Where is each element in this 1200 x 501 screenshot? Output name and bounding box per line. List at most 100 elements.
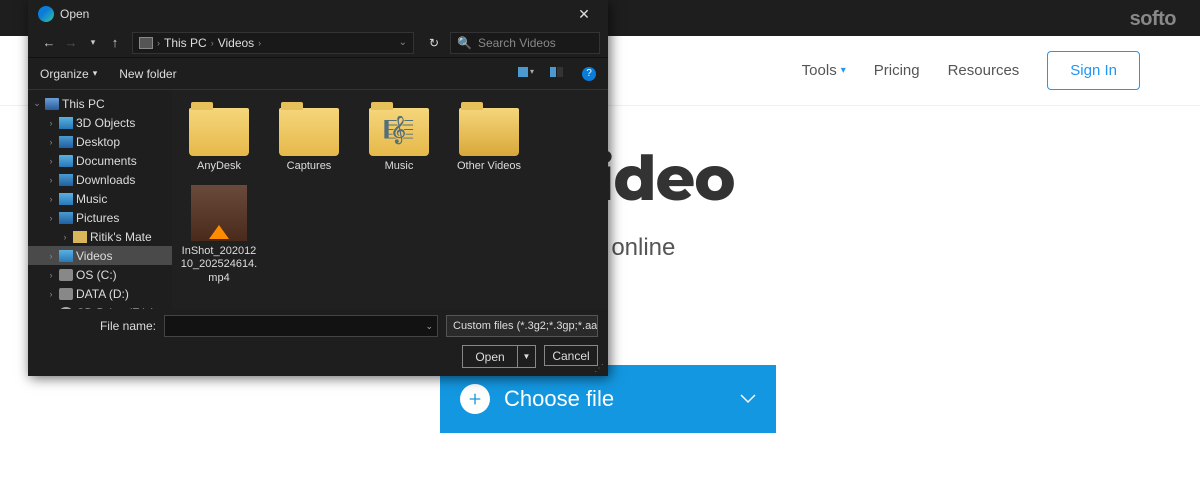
tree-item[interactable]: › Downloads <box>28 170 172 189</box>
folder-tree[interactable]: ⌄ This PC › 3D Objects › Desktop › Documents › Do… <box>28 90 172 309</box>
file-name: InShot_20201210_202524614.mp4 <box>180 245 258 285</box>
video-thumb-icon <box>191 185 247 241</box>
file-type-filter[interactable]: Custom files (*.3g2;*.3gp;*.aaf;*.⌄ <box>446 315 598 337</box>
resize-grip[interactable]: ⋰ <box>594 363 604 374</box>
tree-item-label: DATA (D:) <box>76 287 129 301</box>
open-button[interactable]: Open ▼ <box>462 345 536 368</box>
tree-item-label: Videos <box>76 249 112 263</box>
file-name: Other Videos <box>457 160 521 173</box>
file-item[interactable]: Captures <box>268 100 350 175</box>
tree-item-label: Ritik's Mate <box>90 230 152 244</box>
tree-item[interactable]: › Music <box>28 189 172 208</box>
tree-item-label: Downloads <box>76 173 135 187</box>
file-item[interactable]: AnyDesk <box>178 100 260 175</box>
back-button[interactable]: ← <box>40 35 58 50</box>
tree-item-label: Documents <box>76 154 137 168</box>
nav-resources[interactable]: Resources <box>948 62 1020 79</box>
tree-item[interactable]: › 3D Objects <box>28 113 172 132</box>
tree-item-label: 3D Objects <box>76 116 135 130</box>
chevron-down-icon: ▾ <box>93 68 98 79</box>
choose-file-dropdown[interactable] <box>720 365 776 433</box>
view-options-button[interactable]: ▾ <box>518 67 534 81</box>
expand-icon[interactable]: › <box>46 137 56 147</box>
expand-icon[interactable]: ⌄ <box>32 98 42 109</box>
folder-icon <box>189 108 249 156</box>
brand-logo: softo <box>1130 8 1176 31</box>
help-icon[interactable]: ? <box>582 67 596 81</box>
dialog-titlebar[interactable]: Open ✕ <box>28 0 608 28</box>
forward-button[interactable]: → <box>62 35 80 50</box>
tree-item[interactable]: › Desktop <box>28 132 172 151</box>
tree-item-label: OS (C:) <box>76 268 117 282</box>
folder-icon <box>369 108 429 156</box>
f3d-icon <box>59 117 73 129</box>
preview-pane-button[interactable] <box>550 67 566 81</box>
recent-dropdown[interactable]: ▾ <box>84 37 102 48</box>
tree-item[interactable]: › Videos <box>28 246 172 265</box>
file-name: AnyDesk <box>197 160 241 173</box>
mus-icon <box>59 193 73 205</box>
tree-item-label: Music <box>76 192 107 206</box>
file-grid[interactable]: AnyDesk Captures Music Other Videos InShot_2… <box>172 90 608 309</box>
chevron-down-icon[interactable]: ⌄ <box>425 321 433 332</box>
new-folder-button[interactable]: New folder <box>119 67 176 81</box>
expand-icon[interactable]: › <box>46 213 56 223</box>
pic-icon <box>59 212 73 224</box>
plus-icon <box>460 384 490 414</box>
breadcrumb[interactable]: › This PC › Videos › ⌄ <box>132 32 414 54</box>
cancel-button[interactable]: Cancel <box>544 345 598 366</box>
refresh-button[interactable]: ↻ <box>422 36 446 50</box>
nav-tools[interactable]: Tools▾ <box>802 62 846 79</box>
chevron-down-icon[interactable]: ⌄ <box>399 37 407 48</box>
search-icon: 🔍 <box>457 36 472 50</box>
search-input[interactable]: 🔍 Search Videos <box>450 32 600 54</box>
expand-icon[interactable]: › <box>46 175 56 185</box>
tree-item[interactable]: › DATA (D:) <box>28 284 172 303</box>
chevron-down-icon: ▾ <box>841 65 846 76</box>
pc-icon <box>139 37 153 49</box>
edge-icon <box>38 6 54 22</box>
drive-icon <box>59 288 73 300</box>
file-name: Music <box>385 160 414 173</box>
open-dropdown[interactable]: ▼ <box>517 346 535 367</box>
close-icon[interactable]: ✕ <box>564 6 604 23</box>
dialog-toolbar: Organize ▾ New folder ▾ ? <box>28 58 608 90</box>
folder-icon <box>459 108 519 156</box>
filename-input[interactable]: ⌄ <box>164 315 438 337</box>
dialog-nav: ← → ▾ ↑ › This PC › Videos › ⌄ ↻ 🔍 Searc… <box>28 28 608 58</box>
nav-pricing[interactable]: Pricing <box>874 62 920 79</box>
folder-icon <box>279 108 339 156</box>
dialog-bottom: File name: ⌄ Custom files (*.3g2;*.3gp;*… <box>28 309 608 376</box>
tree-item[interactable]: › Pictures <box>28 208 172 227</box>
expand-icon[interactable]: › <box>46 251 56 261</box>
desk-icon <box>59 136 73 148</box>
tree-item-label: Pictures <box>76 211 119 225</box>
tree-item-label: Desktop <box>76 135 120 149</box>
tree-item[interactable]: › Ritik's Mate <box>28 227 172 246</box>
expand-icon[interactable]: › <box>46 118 56 128</box>
tree-item-label: This PC <box>62 97 105 111</box>
expand-icon[interactable]: › <box>46 270 56 280</box>
file-item[interactable]: Other Videos <box>448 100 530 175</box>
vid-icon <box>59 250 73 262</box>
doc-icon <box>59 155 73 167</box>
tree-item[interactable]: ⌄ This PC <box>28 94 172 113</box>
file-item[interactable]: InShot_20201210_202524614.mp4 <box>178 183 260 287</box>
file-name: Captures <box>287 160 332 173</box>
drive-icon <box>59 269 73 281</box>
expand-icon[interactable]: › <box>46 194 56 204</box>
expand-icon[interactable]: › <box>60 232 70 242</box>
organize-menu[interactable]: Organize ▾ <box>40 67 97 81</box>
dl-icon <box>59 174 73 186</box>
signin-button[interactable]: Sign In <box>1047 51 1140 90</box>
file-item[interactable]: Music <box>358 100 440 175</box>
up-button[interactable]: ↑ <box>106 35 124 50</box>
tree-item[interactable]: › Documents <box>28 151 172 170</box>
expand-icon[interactable]: › <box>46 289 56 299</box>
file-open-dialog: Open ✕ ← → ▾ ↑ › This PC › Videos › ⌄ ↻ … <box>28 0 608 376</box>
filename-label: File name: <box>38 319 156 333</box>
pc-icon <box>45 98 59 110</box>
tree-item[interactable]: › OS (C:) <box>28 265 172 284</box>
fold-icon <box>73 231 87 243</box>
expand-icon[interactable]: › <box>46 156 56 166</box>
